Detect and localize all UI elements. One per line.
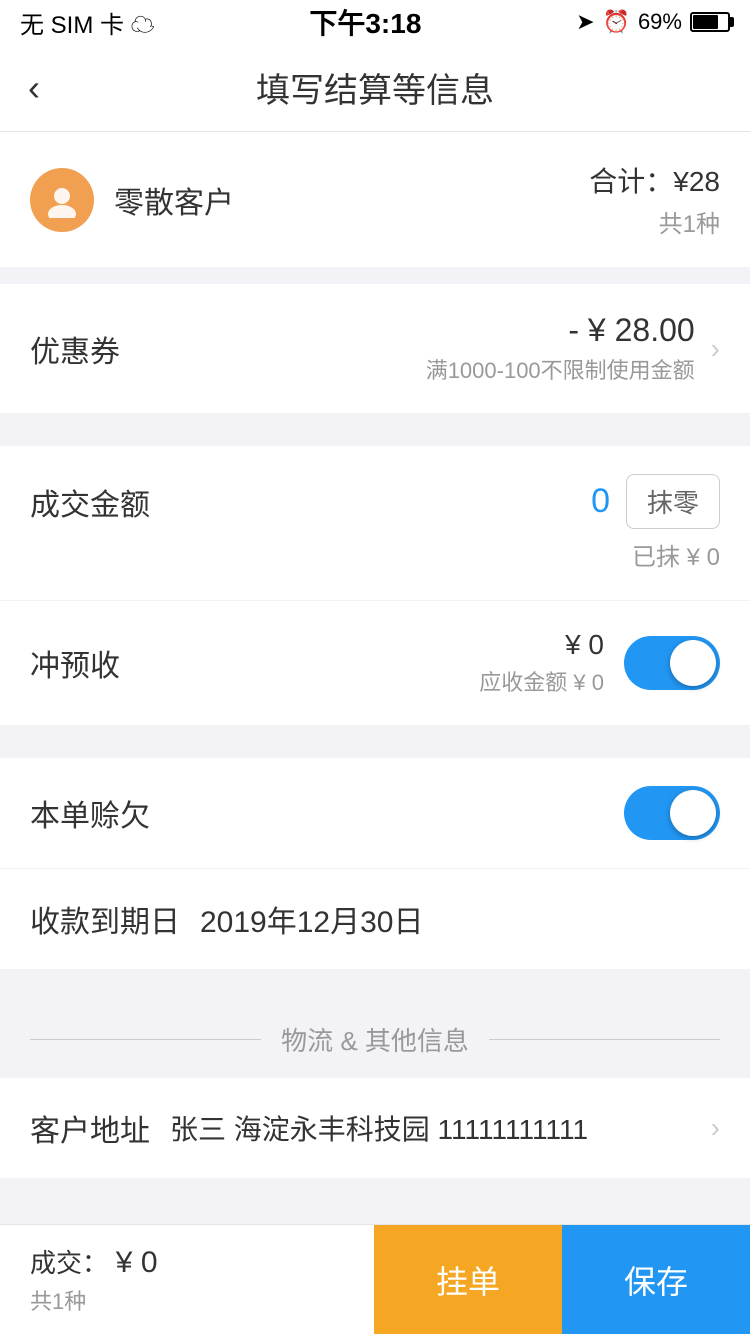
deal-amount-row: 成交金额 抹零 已抹 ¥ 0 — [0, 446, 750, 601]
section-divider-3 — [0, 985, 750, 1001]
coupon-desc: 满1000-100不限制使用金额 — [426, 353, 695, 385]
section-divider-1 — [0, 430, 750, 446]
address-section: 客户地址 张三 海淀永丰科技园 11111111111 › — [0, 1078, 750, 1178]
customer-right: 合计：¥28 共1种 — [589, 160, 720, 239]
prepay-toggle[interactable] — [624, 636, 720, 690]
bottom-bar: 成交： ¥ 0 共1种 挂单 保存 — [0, 1224, 750, 1334]
status-right: ➤ ⏰ 69% — [576, 9, 730, 35]
address-row[interactable]: 客户地址 张三 海淀永丰科技园 11111111111 › — [0, 1078, 750, 1178]
due-date-row[interactable]: 收款到期日 2019年12月30日 — [0, 869, 750, 969]
prepay-right: ¥ 0 应收金额 ¥ 0 — [479, 629, 720, 697]
sim-status: 无 SIM 卡 ☁ — [20, 5, 155, 40]
bottom-deal-line: 成交： ¥ 0 — [30, 1243, 344, 1280]
credit-section: 本单赊欠 收款到期日 2019年12月30日 — [0, 758, 750, 969]
deal-amount-top: 成交金额 抹零 — [30, 474, 720, 529]
battery-icon — [690, 12, 730, 32]
credit-row: 本单赊欠 — [0, 758, 750, 869]
address-chevron-icon: › — [711, 1112, 720, 1144]
total-amount: 合计：¥28 — [589, 160, 720, 200]
deal-prepay-section: 成交金额 抹零 已抹 ¥ 0 冲预收 ¥ 0 应收金额 ¥ 0 — [0, 446, 750, 726]
logistics-line-right — [489, 1039, 720, 1040]
deal-amount-input[interactable] — [167, 482, 610, 521]
alarm-icon: ⏰ — [603, 9, 630, 35]
avatar — [30, 168, 94, 232]
prepay-label: 冲预收 — [30, 641, 120, 685]
battery-percent: 69% — [638, 9, 682, 35]
deal-amount-label: 成交金额 — [30, 480, 150, 524]
address-label: 客户地址 — [30, 1106, 150, 1150]
logistics-divider: 物流 & 其他信息 — [0, 1001, 750, 1078]
hold-button[interactable]: 挂单 — [374, 1225, 562, 1334]
content: 零散客户 合计：¥28 共1种 优惠券 - ¥ 28.00 满1000-100不… — [0, 132, 750, 1314]
status-time: 下午3:18 — [309, 2, 421, 42]
coupon-right: - ¥ 28.00 满1000-100不限制使用金额 › — [426, 312, 720, 385]
bottom-info: 成交： ¥ 0 共1种 — [0, 1243, 374, 1316]
coupon-row[interactable]: 优惠券 - ¥ 28.00 满1000-100不限制使用金额 › — [0, 284, 750, 414]
coupon-value-wrap: - ¥ 28.00 满1000-100不限制使用金额 — [426, 312, 695, 385]
due-date-label: 收款到期日 — [30, 897, 180, 941]
section-divider-2 — [0, 742, 750, 758]
status-bar: 无 SIM 卡 ☁ 下午3:18 ➤ ⏰ 69% — [0, 0, 750, 44]
total-count: 共1种 — [589, 204, 720, 239]
prepay-amounts: ¥ 0 应收金额 ¥ 0 — [479, 629, 604, 697]
bottom-deal-label: 成交： — [30, 1248, 108, 1278]
bottom-count: 共1种 — [30, 1284, 344, 1316]
toggle-knob — [670, 640, 716, 686]
prepay-due: 应收金额 ¥ 0 — [479, 665, 604, 697]
deal-amount-input-wrap: 抹零 — [167, 474, 720, 529]
nav-bar: ‹ 填写结算等信息 — [0, 44, 750, 132]
coupon-chevron-icon: › — [711, 333, 720, 365]
due-date-value: 2019年12月30日 — [200, 897, 423, 941]
customer-left: 零散客户 — [30, 168, 234, 232]
logistics-line-left — [30, 1039, 261, 1040]
credit-toggle-knob — [670, 790, 716, 836]
prepay-amount: ¥ 0 — [479, 629, 604, 661]
back-button[interactable]: ‹ — [28, 67, 40, 109]
bottom-deal-amount: ¥ 0 — [116, 1246, 158, 1279]
logistics-label: 物流 & 其他信息 — [261, 1021, 489, 1058]
prepay-row: 冲预收 ¥ 0 应收金额 ¥ 0 — [0, 601, 750, 726]
address-left: 客户地址 张三 海淀永丰科技园 11111111111 — [30, 1106, 588, 1150]
credit-label: 本单赊欠 — [30, 791, 150, 835]
coupon-section: 优惠券 - ¥ 28.00 满1000-100不限制使用金额 › — [0, 284, 750, 414]
customer-section: 零散客户 合计：¥28 共1种 — [0, 132, 750, 268]
deal-amount-sub: 已抹 ¥ 0 — [30, 537, 720, 572]
status-left: 无 SIM 卡 ☁ — [20, 5, 155, 40]
credit-toggle[interactable] — [624, 786, 720, 840]
address-value: 张三 海淀永丰科技园 11111111111 — [170, 1108, 588, 1148]
save-button[interactable]: 保存 — [562, 1225, 750, 1334]
coupon-discount: - ¥ 28.00 — [426, 312, 695, 349]
customer-row[interactable]: 零散客户 合计：¥28 共1种 — [0, 132, 750, 268]
location-icon: ➤ — [576, 9, 594, 35]
coupon-label: 优惠券 — [30, 327, 120, 371]
customer-name: 零散客户 — [114, 178, 234, 222]
round-zero-button[interactable]: 抹零 — [626, 474, 720, 529]
nav-title: 填写结算等信息 — [256, 63, 494, 112]
